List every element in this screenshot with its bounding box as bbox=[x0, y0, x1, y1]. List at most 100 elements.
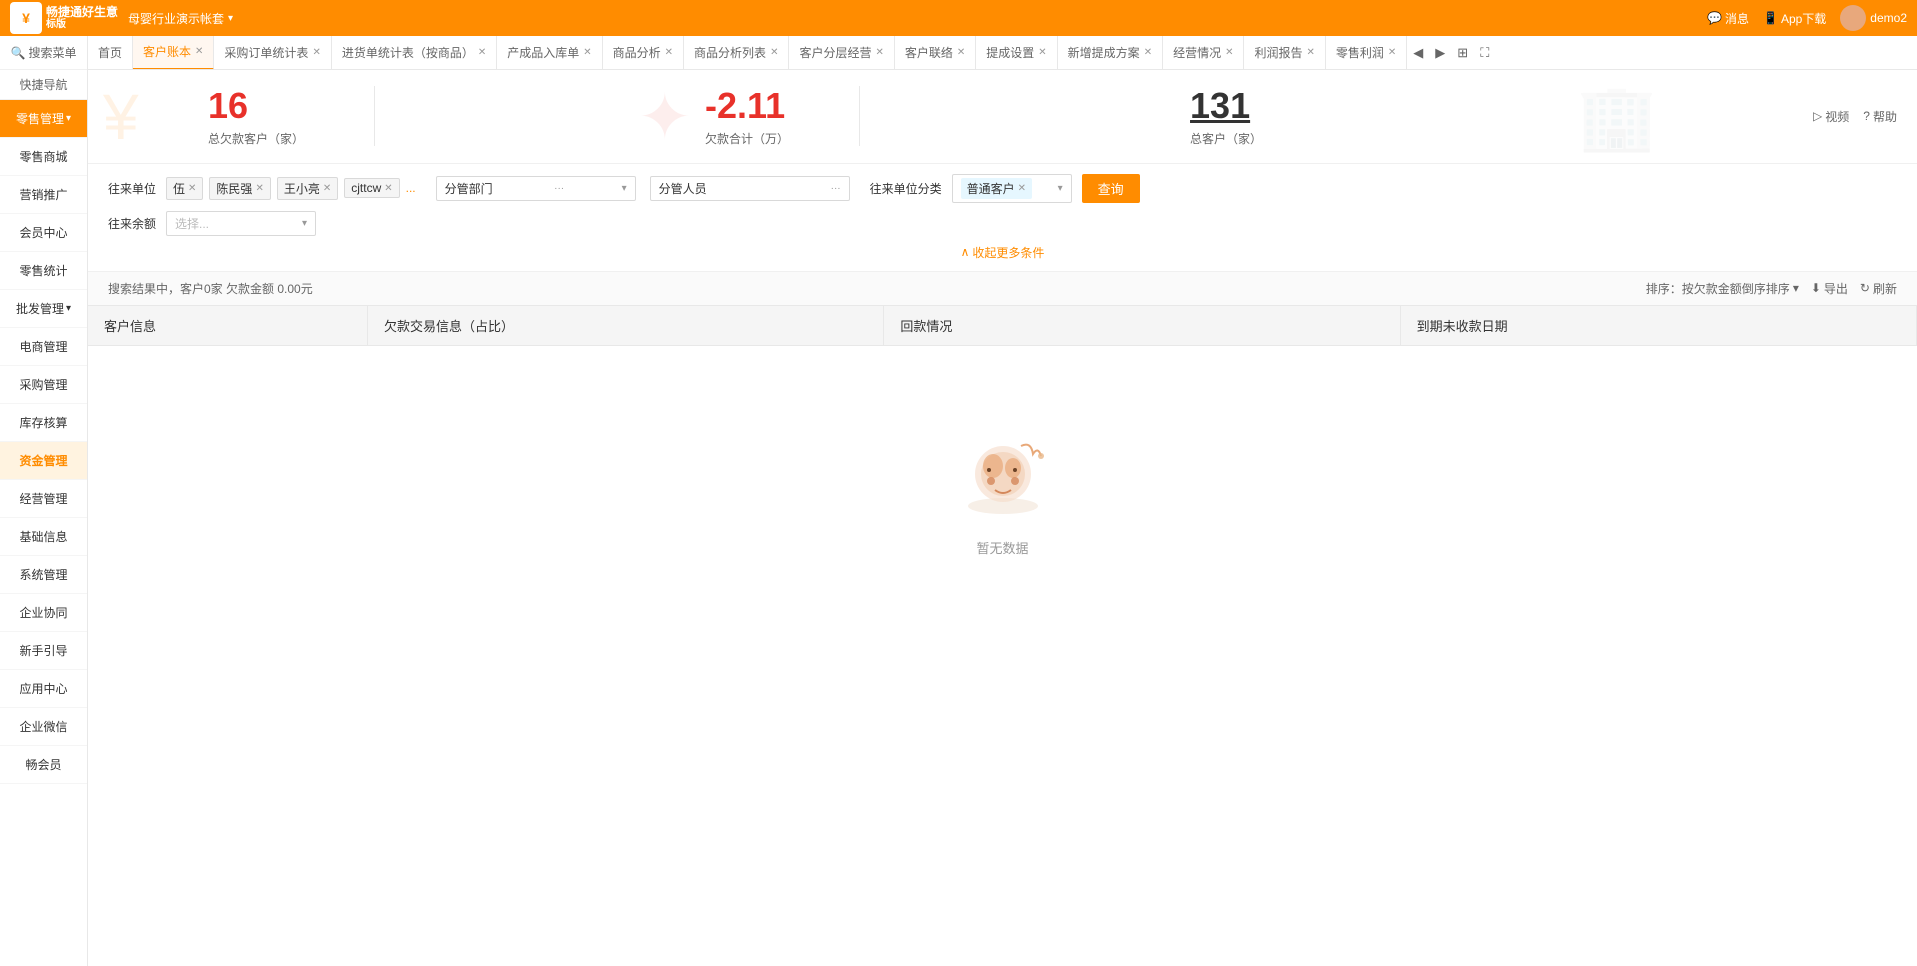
tab-goods-analysis[interactable]: 商品分析 ✕ bbox=[603, 36, 684, 70]
close-tab-icon-11[interactable]: ✕ bbox=[1225, 47, 1233, 58]
tab-commission-settings[interactable]: 提成设置 ✕ bbox=[976, 36, 1057, 70]
message-button[interactable]: 💬 消息 bbox=[1707, 10, 1749, 27]
workspace-name: 母婴行业演示帐套 bbox=[128, 10, 224, 27]
sidebar-item-capital-mgmt[interactable]: 资金管理 bbox=[0, 442, 87, 480]
sidebar-item-retail-shop[interactable]: 零售商城 bbox=[0, 138, 87, 176]
close-tab-icon-5[interactable]: ✕ bbox=[665, 47, 673, 58]
sidebar-item-inventory[interactable]: 库存核算 bbox=[0, 404, 87, 442]
tab-customer-ledger[interactable]: 客户账本 ✕ bbox=[133, 36, 214, 70]
user-avatar[interactable]: demo2 bbox=[1840, 5, 1907, 31]
tab-product-instock[interactable]: 产成品入库单 ✕ bbox=[497, 36, 602, 70]
th-repayment: 回款情况 bbox=[884, 306, 1400, 345]
refresh-button[interactable]: ↻ 刷新 bbox=[1860, 280, 1897, 297]
sidebar-item-retail-mgmt[interactable]: 零售管理 ▾ bbox=[0, 100, 87, 138]
tabs-expand-icon[interactable]: ⊞ bbox=[1451, 45, 1474, 61]
collapse-button[interactable]: ∧ 收起更多条件 bbox=[961, 244, 1045, 261]
sidebar-item-basic-info[interactable]: 基础信息 bbox=[0, 518, 87, 556]
logo-title: 畅捷通好生意 bbox=[46, 5, 118, 19]
sidebar-item-purchase[interactable]: 采购管理 bbox=[0, 366, 87, 404]
video-button[interactable]: ▷ 视频 bbox=[1813, 108, 1849, 125]
workspace-dropdown[interactable]: 母婴行业演示帐套 ▾ bbox=[128, 10, 233, 27]
stat-label-1: 总欠款客户（家） bbox=[208, 130, 304, 147]
tab-customer-layer[interactable]: 客户分层经营 ✕ bbox=[789, 36, 894, 70]
stat-block-1: 16 总欠款客户（家） bbox=[208, 86, 344, 147]
close-tab-icon-6[interactable]: ✕ bbox=[770, 47, 778, 58]
workspace-selector[interactable]: 母婴行业演示帐套 ▾ bbox=[118, 10, 1707, 27]
query-button[interactable]: 查询 bbox=[1082, 174, 1140, 203]
tab-new-commission-plan[interactable]: 新增提成方案 ✕ bbox=[1058, 36, 1163, 70]
tab-purchase-order-stats[interactable]: 采购订单统计表 ✕ bbox=[214, 36, 331, 70]
tab-operations[interactable]: 经营情况 ✕ bbox=[1163, 36, 1244, 70]
close-tab-icon-4[interactable]: ✕ bbox=[583, 47, 591, 58]
close-tab-icon-7[interactable]: ✕ bbox=[875, 47, 883, 58]
sort-select[interactable]: 排序：按欠款金额倒序排序 ▾ bbox=[1646, 280, 1799, 297]
stat-bg-icon-1: ¥ bbox=[103, 80, 139, 154]
close-tab-icon-3[interactable]: ✕ bbox=[478, 47, 486, 58]
tabs-nav-next[interactable]: ▶ bbox=[1429, 45, 1451, 61]
sidebar-item-app-center[interactable]: 应用中心 bbox=[0, 670, 87, 708]
tab-home[interactable]: 首页 bbox=[88, 36, 133, 70]
app-download-button[interactable]: 📱 App下载 bbox=[1763, 10, 1826, 27]
balance-dropdown-arrow: ▾ bbox=[302, 218, 307, 229]
result-bar-right: 排序：按欠款金额倒序排序 ▾ ⬇ 导出 ↻ 刷新 bbox=[1646, 280, 1897, 297]
sidebar-search[interactable]: 🔍 搜索菜单 bbox=[0, 36, 87, 70]
dots-icon-2: ··· bbox=[831, 183, 841, 194]
sidebar-item-system-mgmt[interactable]: 系统管理 bbox=[0, 556, 87, 594]
close-tab-icon-2[interactable]: ✕ bbox=[312, 47, 320, 58]
remove-tag-2-icon[interactable]: ✕ bbox=[323, 183, 331, 194]
unit-class-select[interactable]: 普通客户 ✕ ▾ bbox=[952, 174, 1072, 203]
filter-tag-3[interactable]: cjttcw ✕ bbox=[344, 178, 399, 198]
stats-row: ¥ ✦ 🏢 16 总欠款客户（家） -2.11 欠 bbox=[88, 70, 1917, 164]
close-tab-icon[interactable]: ✕ bbox=[195, 46, 203, 57]
tab-goods-purchase-stats[interactable]: 进货单统计表（按商品） ✕ bbox=[332, 36, 497, 70]
close-tab-icon-9[interactable]: ✕ bbox=[1038, 47, 1046, 58]
sidebar-item-enterprise-wechat[interactable]: 企业微信 bbox=[0, 708, 87, 746]
expand-arrow-icon: ▾ bbox=[66, 113, 71, 124]
chevron-down-icon: ▾ bbox=[228, 13, 233, 24]
balance-filter-select[interactable]: 选择... ▾ bbox=[166, 211, 316, 236]
sidebar-item-enterprise-collab[interactable]: 企业协同 bbox=[0, 594, 87, 632]
dept-filter-select[interactable]: 分管部门 ··· ▾ bbox=[436, 176, 636, 201]
sidebar-item-retail-stats[interactable]: 零售统计 bbox=[0, 252, 87, 290]
play-icon: ▷ bbox=[1813, 109, 1822, 123]
filter-tag-0[interactable]: 伍 ✕ bbox=[166, 177, 203, 200]
tabs-nav-prev[interactable]: ◀ bbox=[1407, 45, 1429, 61]
person-filter-select[interactable]: 分管人员 ··· bbox=[650, 176, 850, 201]
tab-goods-analysis-list[interactable]: 商品分析列表 ✕ bbox=[684, 36, 789, 70]
filter-tag-1[interactable]: 陈民强 ✕ bbox=[209, 177, 270, 200]
sidebar-item-marketing[interactable]: 营销推广 bbox=[0, 176, 87, 214]
stats-actions: ▷ 视频 ? 帮助 bbox=[1813, 108, 1897, 125]
tabs-fullscreen-icon[interactable]: ⛶ bbox=[1474, 45, 1495, 61]
tab-customer-contact[interactable]: 客户联络 ✕ bbox=[895, 36, 976, 70]
close-tab-icon-13[interactable]: ✕ bbox=[1388, 47, 1396, 58]
sidebar-quick-nav[interactable]: 快捷导航 bbox=[0, 70, 87, 100]
content-area: 首页 客户账本 ✕ 采购订单统计表 ✕ 进货单统计表（按商品） ✕ 产成品入库单… bbox=[88, 36, 1917, 966]
filter-area: 往来单位 伍 ✕ 陈民强 ✕ bbox=[88, 164, 1917, 272]
remove-tag-3-icon[interactable]: ✕ bbox=[384, 183, 392, 194]
help-button[interactable]: ? 帮助 bbox=[1863, 108, 1897, 125]
tab-retail-profit[interactable]: 零售利润 ✕ bbox=[1326, 36, 1407, 70]
sidebar-item-wholesale-mgmt[interactable]: 批发管理 ▾ bbox=[0, 290, 87, 328]
stat-bg-icon-3: 🏢 bbox=[1577, 80, 1657, 155]
unit-class-tag[interactable]: 普通客户 ✕ bbox=[961, 178, 1032, 199]
stat-value-3: 131 bbox=[1190, 86, 1250, 126]
filter-tag-2[interactable]: 王小亮 ✕ bbox=[277, 177, 338, 200]
close-tab-icon-8[interactable]: ✕ bbox=[957, 47, 965, 58]
remove-tag-0-icon[interactable]: ✕ bbox=[188, 183, 196, 194]
tab-profit-report[interactable]: 利润报告 ✕ bbox=[1244, 36, 1325, 70]
empty-text: 暂无数据 bbox=[976, 538, 1028, 557]
sidebar-item-member-center[interactable]: 会员中心 bbox=[0, 214, 87, 252]
sidebar-item-new-guide[interactable]: 新手引导 bbox=[0, 632, 87, 670]
empty-state: 暂无数据 bbox=[88, 346, 1917, 637]
close-tab-icon-12[interactable]: ✕ bbox=[1307, 47, 1315, 58]
sidebar-item-operations[interactable]: 经营管理 bbox=[0, 480, 87, 518]
refresh-icon: ↻ bbox=[1860, 281, 1870, 295]
more-tags-button[interactable]: ... bbox=[406, 181, 416, 195]
close-tab-icon-10[interactable]: ✕ bbox=[1144, 47, 1152, 58]
filter-row-1: 往来单位 伍 ✕ 陈民强 ✕ bbox=[108, 174, 1897, 203]
remove-unit-class-icon[interactable]: ✕ bbox=[1018, 183, 1026, 194]
sidebar-item-ecommerce[interactable]: 电商管理 bbox=[0, 328, 87, 366]
sidebar-item-chang-member[interactable]: 畅会员 bbox=[0, 746, 87, 784]
remove-tag-1-icon[interactable]: ✕ bbox=[255, 183, 263, 194]
export-button[interactable]: ⬇ 导出 bbox=[1811, 280, 1848, 297]
